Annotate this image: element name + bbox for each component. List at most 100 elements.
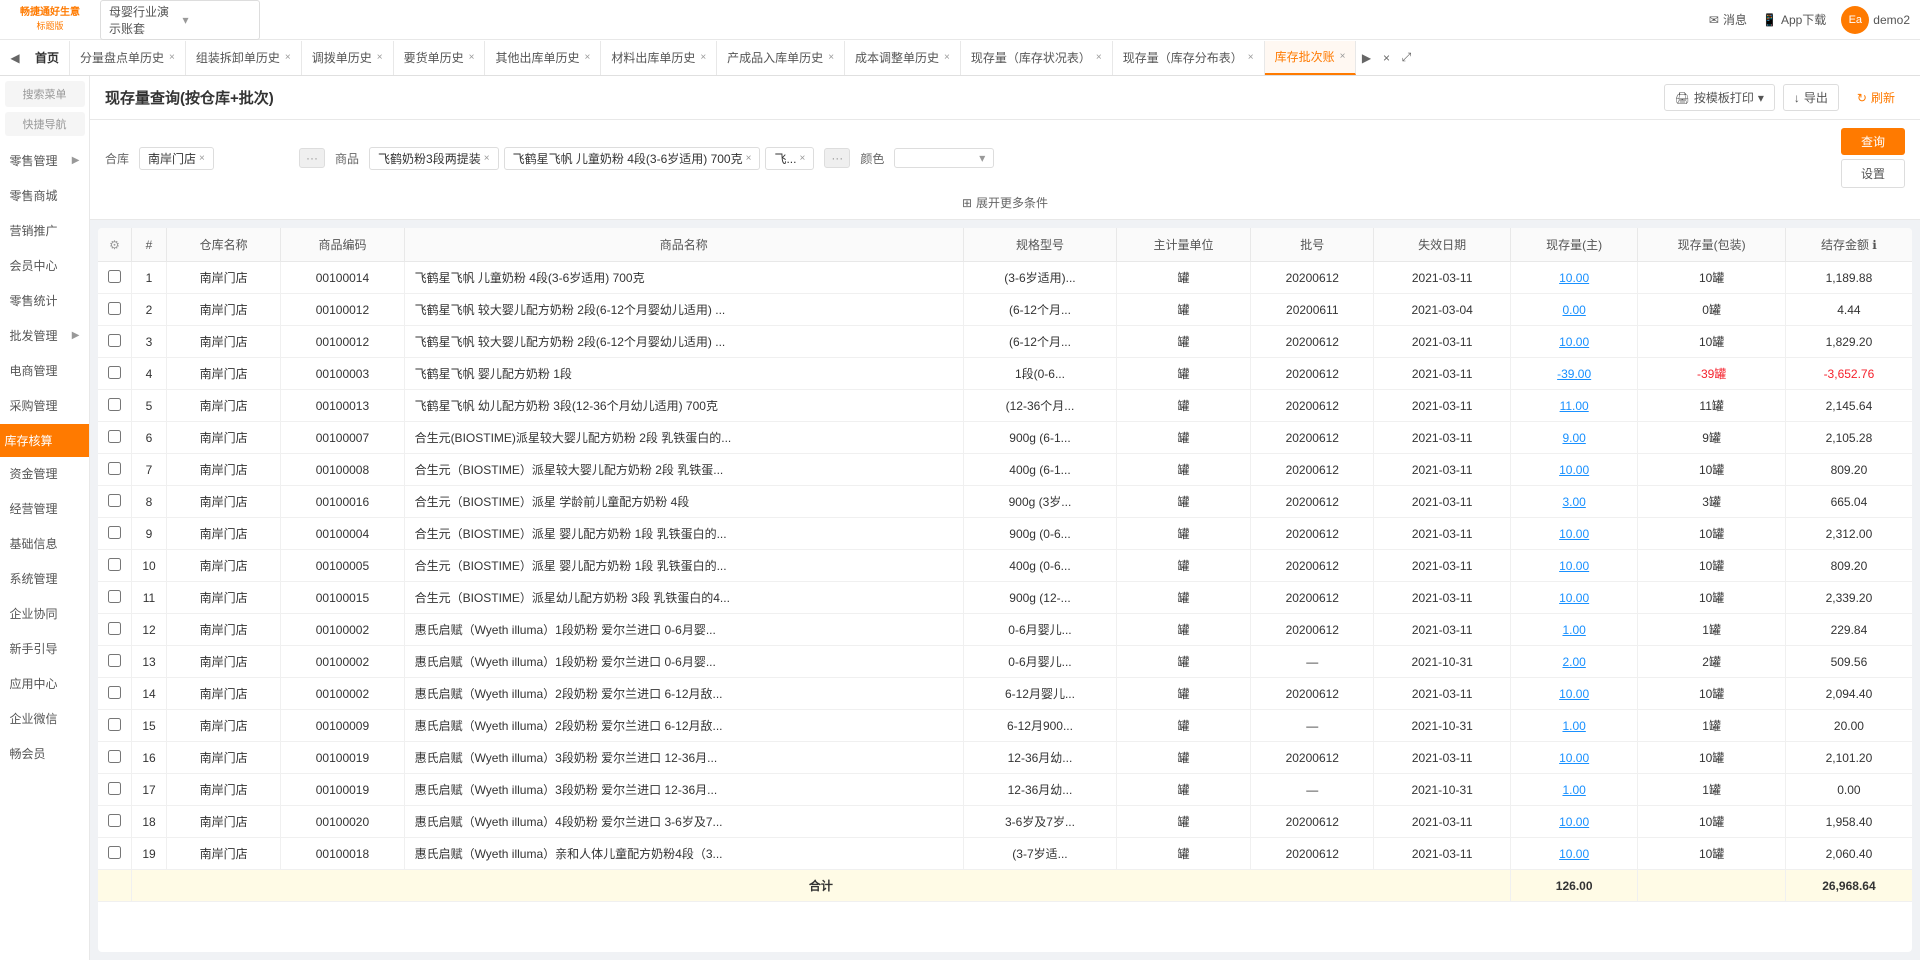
row-checkbox[interactable] [108,462,121,475]
row-checkbox[interactable] [108,558,121,571]
sidebar-item-retail_stat[interactable]: 零售统计 [5,284,85,317]
td-cell[interactable]: 1.00 [1510,774,1638,806]
sidebar-item-member[interactable]: 会员中心 [5,249,85,282]
tab-close-icon[interactable]: × [700,52,706,63]
row-checkbox[interactable] [108,718,121,731]
tab-transfer[interactable]: 调拨单历史× [302,41,394,75]
color-dropdown[interactable]: ▾ [894,148,994,168]
sidebar-item-basic[interactable]: 基础信息 [5,527,85,560]
print-btn[interactable]: 🖨 按模板打印 ▾ [1664,84,1775,111]
tab-close-all-btn[interactable]: × [1376,41,1396,75]
td-cell[interactable]: 11.00 [1510,390,1638,422]
tab-split[interactable]: 分量盘点单历史× [70,41,186,75]
product-more-btn[interactable]: ··· [824,148,850,168]
settings-icon[interactable]: ⚙ [109,238,120,252]
tab-other_out[interactable]: 其他出库单历史× [485,41,601,75]
td-cell[interactable]: 9.00 [1510,422,1638,454]
row-checkbox[interactable] [108,270,121,283]
row-checkbox[interactable] [108,526,121,539]
sidebar-item-member2[interactable]: 畅会员 [5,737,85,770]
tab-stock_status[interactable]: 现存量（库存状况表）× [961,41,1113,75]
td-cell[interactable]: 3.00 [1510,486,1638,518]
td-cell[interactable]: 10.00 [1510,742,1638,774]
user-area[interactable]: Ea demo2 [1841,6,1910,34]
tag-close-icon[interactable]: × [746,153,752,164]
sidebar-item-purchase[interactable]: 采购管理 [5,389,85,422]
sidebar-item-retail_shop[interactable]: 零售商城 [5,179,85,212]
tab-close-icon[interactable]: × [469,52,475,63]
tab-disassemble[interactable]: 组装拆卸单历史× [186,41,302,75]
message-btn[interactable]: ✉ 消息 [1709,11,1747,28]
search-menu-btn[interactable]: 搜索菜单 [5,81,85,107]
tab-batch_voucher[interactable]: 库存批次账× [1265,41,1357,75]
sidebar-item-corp[interactable]: 企业协同 [5,597,85,630]
row-checkbox[interactable] [108,686,121,699]
product-tag-3[interactable]: 飞... × [765,147,814,170]
td-cell[interactable]: 0.00 [1510,294,1638,326]
td-cell[interactable]: 10.00 [1510,838,1638,870]
tab-close-icon[interactable]: × [285,52,291,63]
sidebar-item-wholesale[interactable]: 批发管理▶ [5,319,85,352]
tab-close-icon[interactable]: × [1248,52,1254,63]
warehouse-tag-nangan[interactable]: 南岸门店 × [139,147,214,170]
tab-close-icon[interactable]: × [377,52,383,63]
td-cell[interactable]: 10.00 [1510,678,1638,710]
sidebar-item-operations[interactable]: 经营管理 [5,492,85,525]
product-tag-1[interactable]: 飞鹤奶粉3段两提装 × [369,147,499,170]
row-checkbox[interactable] [108,654,121,667]
tab-close-icon[interactable]: × [828,52,834,63]
td-cell[interactable]: 2.00 [1510,646,1638,678]
tag-close-icon[interactable]: × [799,153,805,164]
tag-close-icon[interactable]: × [484,153,490,164]
account-selector[interactable]: 母婴行业演示账套 ▾ [100,0,260,40]
tab-next-btn[interactable]: ▶ [1356,41,1376,75]
row-checkbox[interactable] [108,366,121,379]
sidebar-item-system[interactable]: 系统管理 [5,562,85,595]
product-tag-2[interactable]: 飞鹤星飞帆 儿童奶粉 4段(3-6岁适用) 700克 × [504,147,761,170]
tab-cost_adj[interactable]: 成本调整单历史× [845,41,961,75]
sidebar-item-retail[interactable]: 零售管理▶ [5,144,85,177]
td-cell[interactable]: 10.00 [1510,262,1638,294]
tab-maximize-btn[interactable]: ⤢ [1396,41,1416,75]
sidebar-item-guide[interactable]: 新手引导 [5,632,85,665]
td-cell[interactable]: 10.00 [1510,454,1638,486]
td-cell[interactable]: 10.00 [1510,582,1638,614]
search-btn[interactable]: 查询 [1841,128,1905,155]
row-checkbox[interactable] [108,622,121,635]
expand-conditions-btn[interactable]: ⊞ 展开更多条件 [962,194,1048,211]
export-btn[interactable]: ↓ 导出 [1783,84,1839,111]
tab-close-icon[interactable]: × [1096,52,1102,63]
tab-request[interactable]: 要货单历史× [394,41,486,75]
refresh-btn[interactable]: ↻ 刷新 [1847,85,1905,110]
tab-home[interactable]: 首页 [25,41,70,75]
td-cell[interactable]: 10.00 [1510,806,1638,838]
row-checkbox[interactable] [108,494,121,507]
td-cell[interactable]: 1.00 [1510,710,1638,742]
app-download-btn[interactable]: 📱 App下载 [1762,11,1826,28]
row-checkbox[interactable] [108,430,121,443]
tag-close-icon[interactable]: × [199,153,205,164]
row-checkbox[interactable] [108,590,121,603]
tab-close-icon[interactable]: × [944,52,950,63]
row-checkbox[interactable] [108,398,121,411]
row-checkbox[interactable] [108,846,121,859]
tab-close-icon[interactable]: × [584,52,590,63]
tab-prev-btn[interactable]: ◀ [5,41,25,75]
row-checkbox[interactable] [108,814,121,827]
tab-product_in[interactable]: 产成品入库单历史× [717,41,845,75]
sidebar-item-app_center[interactable]: 应用中心 [5,667,85,700]
warehouse-more-btn[interactable]: ··· [299,148,325,168]
tab-stock_dist[interactable]: 现存量（库存分布表）× [1113,41,1265,75]
sidebar-item-ecommerce[interactable]: 电商管理 [5,354,85,387]
sidebar-item-finance[interactable]: 资金管理 [5,457,85,490]
tab-material_out[interactable]: 材料出库单历史× [601,41,717,75]
row-checkbox[interactable] [108,302,121,315]
td-cell[interactable]: 1.00 [1510,614,1638,646]
quick-nav-btn[interactable]: 快捷导航 [5,112,85,136]
setting-btn[interactable]: 设置 [1841,159,1905,188]
td-cell[interactable]: -39.00 [1510,358,1638,390]
row-checkbox[interactable] [108,782,121,795]
tab-close-icon[interactable]: × [169,52,175,63]
sidebar-item-marketing[interactable]: 营销推广 [5,214,85,247]
td-cell[interactable]: 10.00 [1510,518,1638,550]
